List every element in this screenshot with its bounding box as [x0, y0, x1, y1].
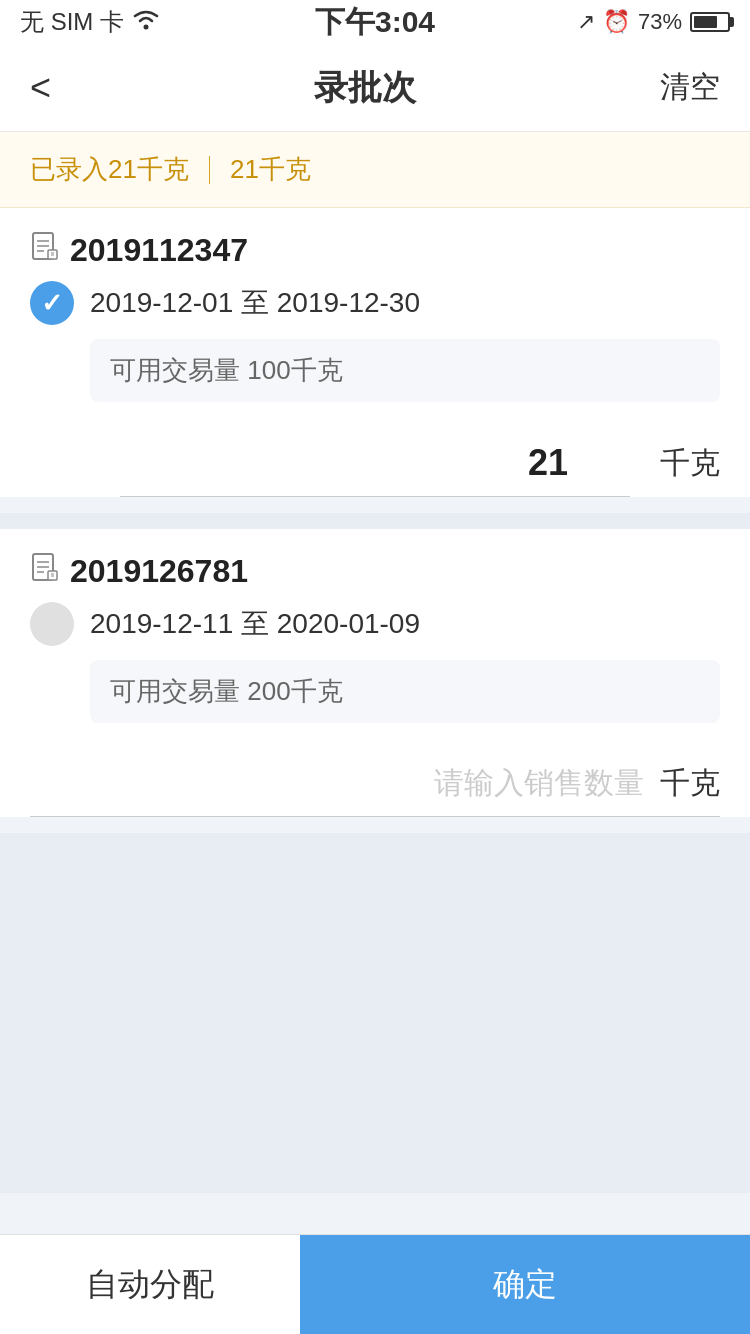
page-title: 录批次 — [314, 65, 416, 111]
radio-1[interactable]: ✓ — [30, 281, 74, 325]
info-divider — [209, 156, 210, 184]
batch-2-header: 2019126781 — [30, 553, 720, 590]
batch-icon-2 — [30, 553, 60, 590]
batch-card-2: 2019126781 2019-12-11 至 2020-01-09 可用交易量… — [0, 529, 750, 817]
recorded-value: 21千克 — [230, 152, 311, 187]
batch-1-availability: 可用交易量 100千克 — [90, 339, 720, 402]
batch-1-unit: 千克 — [660, 443, 720, 484]
location-icon: ↗ — [577, 9, 595, 35]
svg-point-0 — [144, 25, 149, 30]
battery-percent: 73% — [638, 9, 682, 35]
status-left: 无 SIM 卡 — [20, 6, 160, 38]
batch-1-quantity-row: 21 千克 — [0, 422, 750, 484]
batch-2-unit: 千克 — [660, 763, 720, 804]
batch-1-row[interactable]: ✓ 2019-12-01 至 2019-12-30 — [30, 281, 720, 325]
confirm-button[interactable]: 确定 — [300, 1235, 750, 1334]
radio-2[interactable] — [30, 602, 74, 646]
batch-2-input-placeholder: 请输入销售数量 — [30, 763, 644, 804]
nav-bar: < 录批次 清空 — [0, 44, 750, 132]
batch-1-underline — [120, 496, 630, 497]
section-separator — [0, 513, 750, 529]
wifi-icon — [132, 8, 160, 36]
battery-icon — [690, 12, 730, 32]
batch-2-underline — [30, 816, 720, 817]
check-icon-1: ✓ — [41, 288, 63, 319]
content-area: 2019112347 ✓ 2019-12-01 至 2019-12-30 可用交… — [0, 208, 750, 1293]
bottom-bar: 自动分配 确定 — [0, 1234, 750, 1334]
batch-1-date: 2019-12-01 至 2019-12-30 — [90, 284, 420, 322]
batch-2-row[interactable]: 2019-12-11 至 2020-01-09 — [30, 602, 720, 646]
auto-distribute-button[interactable]: 自动分配 — [0, 1235, 300, 1334]
batch-2-input-row: 请输入销售数量 千克 — [0, 743, 750, 804]
batch-1-quantity: 21 — [528, 442, 568, 484]
clear-button[interactable]: 清空 — [640, 67, 720, 108]
info-banner: 已录入21千克 21千克 — [0, 132, 750, 208]
time-display: 下午3:04 — [315, 2, 435, 43]
batch-2-id: 2019126781 — [70, 553, 248, 590]
alarm-icon: ⏰ — [603, 9, 630, 35]
batch-1-header: 2019112347 — [30, 232, 720, 269]
batch-1-inner: 2019112347 ✓ 2019-12-01 至 2019-12-30 可用交… — [0, 208, 750, 422]
batch-2-date: 2019-12-11 至 2020-01-09 — [90, 605, 420, 643]
batch-card-1: 2019112347 ✓ 2019-12-01 至 2019-12-30 可用交… — [0, 208, 750, 497]
status-bar: 无 SIM 卡 下午3:04 ↗ ⏰ 73% — [0, 0, 750, 44]
batch-2-availability: 可用交易量 200千克 — [90, 660, 720, 723]
batch-1-id: 2019112347 — [70, 232, 248, 269]
back-button[interactable]: < — [30, 67, 90, 109]
status-right: ↗ ⏰ 73% — [577, 9, 730, 35]
gray-area — [0, 833, 750, 1193]
carrier-text: 无 SIM 卡 — [20, 6, 124, 38]
batch-icon-1 — [30, 232, 60, 269]
batch-2-inner: 2019126781 2019-12-11 至 2020-01-09 可用交易量… — [0, 529, 750, 743]
recorded-label: 已录入21千克 — [30, 152, 189, 187]
